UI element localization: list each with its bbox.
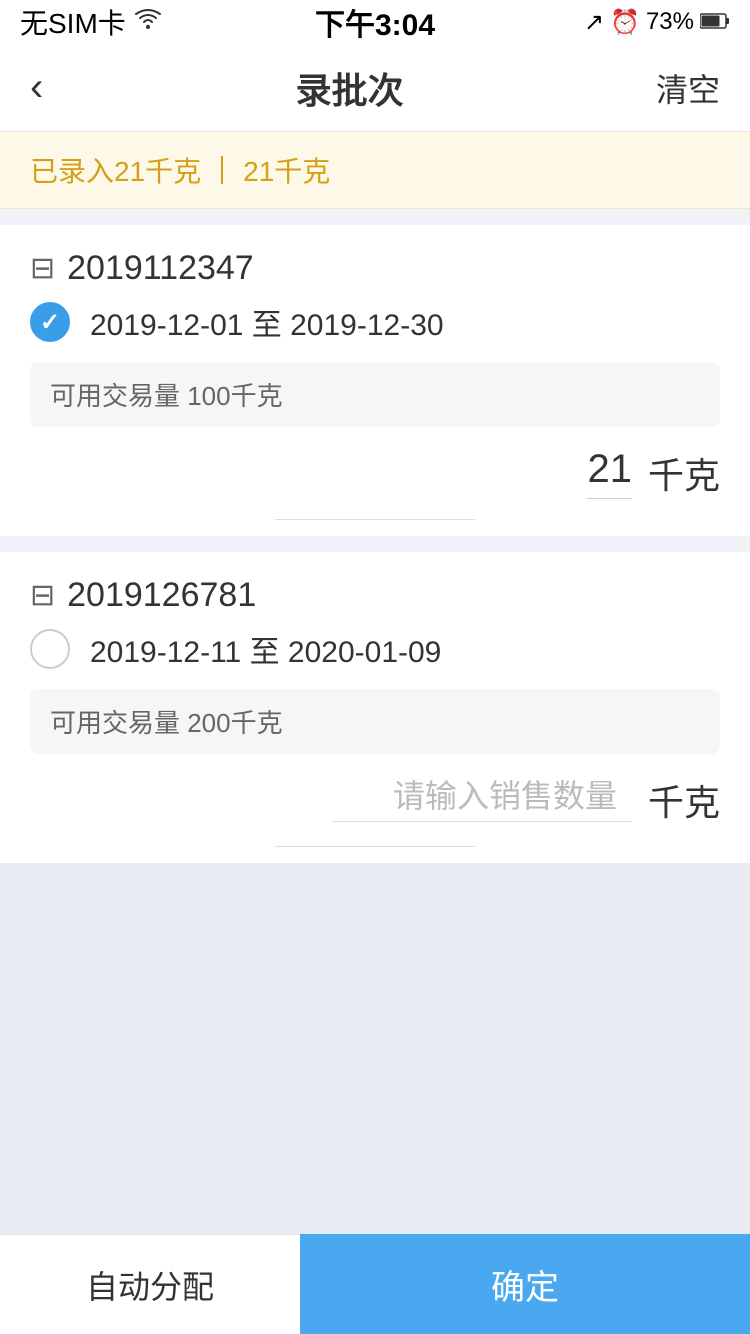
batch-2-header: ⊟ 2019126781 bbox=[30, 576, 720, 615]
batch-1-card: ⊟ 2019112347 2019-12-01 至 2019-12-30 可用交… bbox=[0, 225, 750, 427]
confirm-button[interactable]: 确定 bbox=[300, 1234, 750, 1334]
status-bar: 无SIM卡 下午3:04 ↗ ⏰ 73% bbox=[0, 0, 750, 44]
info-value: 21千克 bbox=[243, 150, 330, 190]
batch-2-input-row: 千克 bbox=[0, 754, 750, 846]
gray-area bbox=[0, 863, 750, 1263]
batch-1-header: ⊟ 2019112347 bbox=[30, 249, 720, 288]
info-divider bbox=[221, 156, 223, 184]
batch-1-row[interactable]: 2019-12-01 至 2019-12-30 bbox=[30, 300, 720, 344]
alarm-icon: ⏰ bbox=[610, 8, 640, 37]
status-right: ↗ ⏰ 73% bbox=[584, 8, 730, 37]
nav-bar: ‹ 录批次 清空 bbox=[0, 44, 750, 132]
batch-1-quantity-unit: 千克 bbox=[648, 447, 720, 499]
info-recorded-label: 已录入21千克 bbox=[30, 150, 201, 190]
batch-1-date: 2019-12-01 至 2019-12-30 bbox=[90, 300, 444, 344]
batch-2-card: ⊟ 2019126781 2019-12-11 至 2020-01-09 可用交… bbox=[0, 552, 750, 754]
batch-2-icon: ⊟ bbox=[30, 578, 55, 613]
back-button[interactable]: ‹ bbox=[30, 65, 43, 110]
section-divider-2 bbox=[275, 846, 475, 847]
info-banner: 已录入21千克 21千克 bbox=[0, 132, 750, 209]
location-icon: ↗ bbox=[584, 8, 604, 37]
battery-label: 73% bbox=[646, 8, 694, 36]
batch-1-quantity-row: 21 千克 bbox=[0, 427, 750, 519]
bottom-bar: 自动分配 确定 bbox=[0, 1234, 750, 1334]
status-left: 无SIM卡 bbox=[20, 2, 162, 42]
battery-icon bbox=[700, 8, 730, 36]
clear-button[interactable]: 清空 bbox=[656, 65, 720, 111]
batch-1-quantity-value[interactable]: 21 bbox=[587, 447, 632, 499]
batch-2-row[interactable]: 2019-12-11 至 2020-01-09 bbox=[30, 627, 720, 671]
batch-2-number: 2019126781 bbox=[67, 576, 256, 615]
auto-distribute-button[interactable]: 自动分配 bbox=[0, 1234, 300, 1334]
section-divider-1 bbox=[275, 519, 475, 520]
status-time: 下午3:04 bbox=[315, 0, 435, 44]
batch-2-quantity-input[interactable] bbox=[332, 778, 632, 822]
batch-1-availability: 可用交易量 100千克 bbox=[30, 362, 720, 427]
wifi-icon bbox=[134, 8, 162, 36]
carrier-label: 无SIM卡 bbox=[20, 2, 126, 42]
page-title: 录批次 bbox=[296, 62, 404, 114]
batch-1-radio[interactable] bbox=[30, 302, 70, 342]
batch-1-icon: ⊟ bbox=[30, 251, 55, 286]
batch-1-number: 2019112347 bbox=[67, 249, 254, 288]
batch-2-availability: 可用交易量 200千克 bbox=[30, 689, 720, 754]
batch-2-unit: 千克 bbox=[648, 774, 720, 826]
batch-2-date: 2019-12-11 至 2020-01-09 bbox=[90, 627, 441, 671]
batch-2-radio[interactable] bbox=[30, 629, 70, 669]
